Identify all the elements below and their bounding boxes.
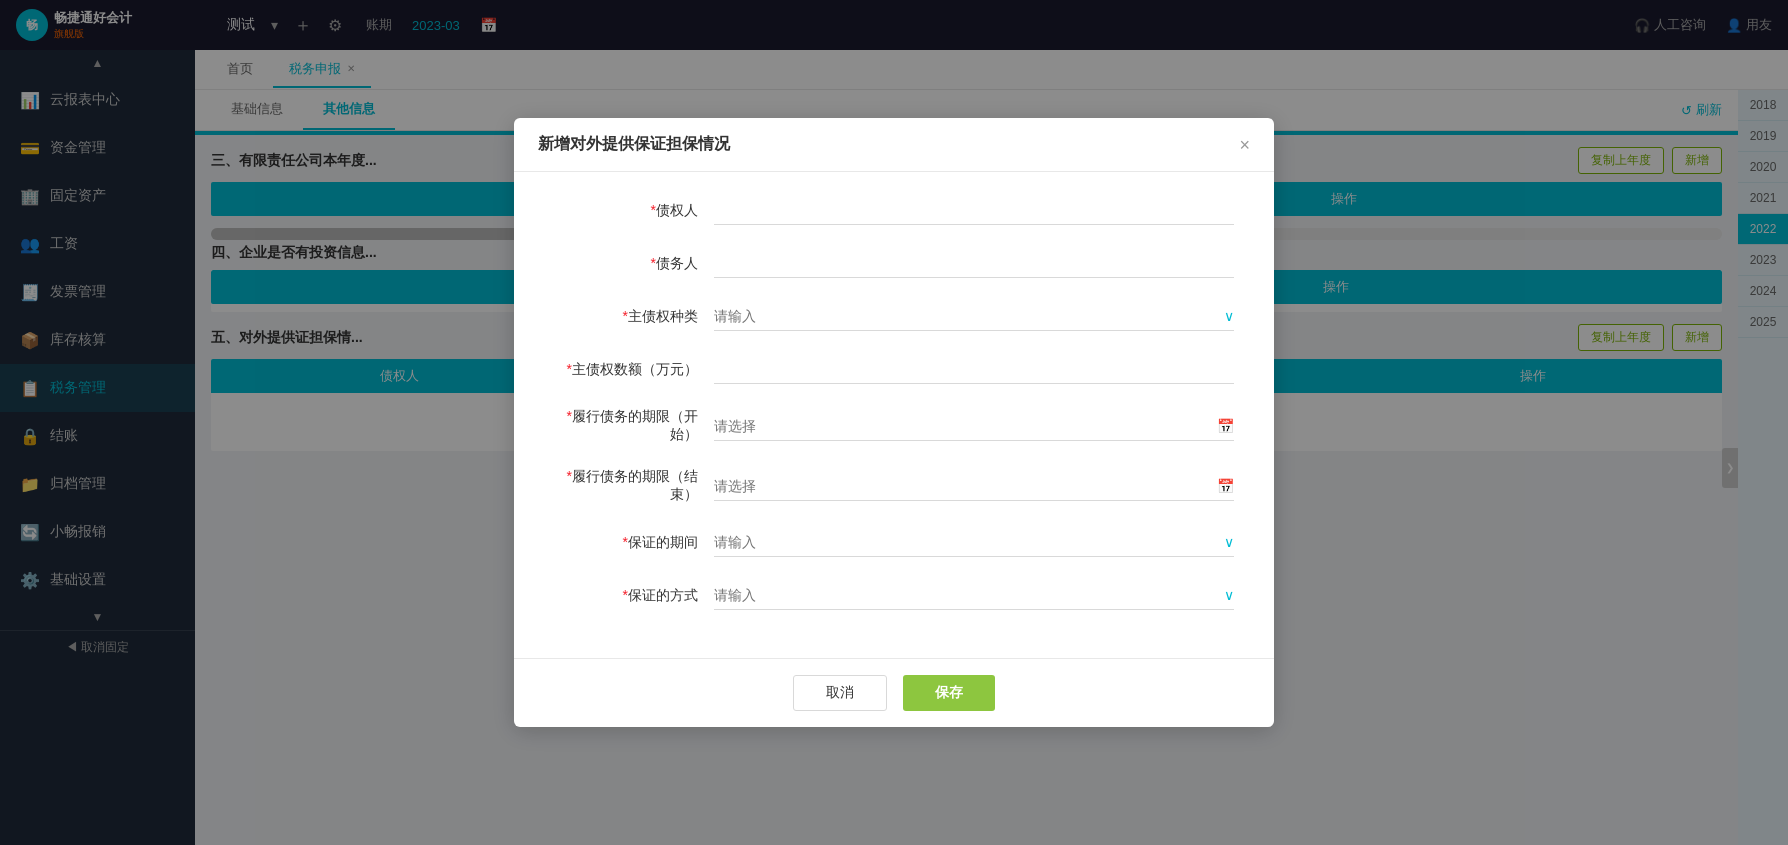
creditor-label: *债权人 <box>554 202 714 220</box>
guarantee-period-select[interactable]: ∨ <box>714 528 1234 557</box>
app-container: 畅 畅捷通好会计 旗舰版 测试 ▾ ＋ ⚙ 账期 2023-03 📅 🎧 人工咨… <box>0 0 1788 845</box>
modal-title: 新增对外提供保证担保情况 <box>538 134 730 155</box>
chevron-down-icon-2: ∨ <box>1224 534 1234 550</box>
period-end-row: *履行债务的期限（结束） 📅 <box>554 468 1234 504</box>
modal-close-button[interactable]: × <box>1239 136 1250 154</box>
calendar-end-icon[interactable]: 📅 <box>1217 478 1234 494</box>
chevron-down-icon: ∨ <box>1224 308 1234 324</box>
cancel-button[interactable]: 取消 <box>793 675 887 711</box>
save-button[interactable]: 保存 <box>903 675 995 711</box>
period-start-label: *履行债务的期限（开始） <box>554 408 714 444</box>
modal-overlay: 新增对外提供保证担保情况 × *债权人 *债务人 <box>0 0 1788 845</box>
modal-header: 新增对外提供保证担保情况 × <box>514 118 1274 172</box>
claim-type-label: *主债权种类 <box>554 308 714 326</box>
chevron-down-icon-3: ∨ <box>1224 587 1234 603</box>
modal-footer: 取消 保存 <box>514 658 1274 727</box>
modal-dialog: 新增对外提供保证担保情况 × *债权人 *债务人 <box>514 118 1274 727</box>
creditor-row: *债权人 <box>554 196 1234 225</box>
guarantee-method-input[interactable] <box>714 581 1224 609</box>
guarantee-period-label: *保证的期间 <box>554 534 714 552</box>
modal-body: *债权人 *债务人 *主债权种类 <box>514 172 1274 658</box>
period-start-date[interactable]: 📅 <box>714 412 1234 441</box>
creditor-input[interactable] <box>714 196 1234 225</box>
guarantee-period-input[interactable] <box>714 528 1224 556</box>
debtor-input[interactable] <box>714 249 1234 278</box>
claim-type-select[interactable]: ∨ <box>714 302 1234 331</box>
claim-type-input[interactable] <box>714 302 1224 330</box>
guarantee-period-row: *保证的期间 ∨ <box>554 528 1234 557</box>
claim-amount-label: *主债权数额（万元） <box>554 361 714 379</box>
guarantee-method-label: *保证的方式 <box>554 587 714 605</box>
debtor-row: *债务人 <box>554 249 1234 278</box>
period-end-label: *履行债务的期限（结束） <box>554 468 714 504</box>
period-end-date[interactable]: 📅 <box>714 472 1234 501</box>
claim-amount-input[interactable] <box>714 355 1234 384</box>
claim-amount-row: *主债权数额（万元） <box>554 355 1234 384</box>
calendar-start-icon[interactable]: 📅 <box>1217 418 1234 434</box>
claim-type-row: *主债权种类 ∨ <box>554 302 1234 331</box>
guarantee-method-row: *保证的方式 ∨ <box>554 581 1234 610</box>
period-end-input[interactable] <box>714 472 1217 500</box>
guarantee-method-select[interactable]: ∨ <box>714 581 1234 610</box>
period-start-input[interactable] <box>714 412 1217 440</box>
debtor-label: *债务人 <box>554 255 714 273</box>
period-start-row: *履行债务的期限（开始） 📅 <box>554 408 1234 444</box>
